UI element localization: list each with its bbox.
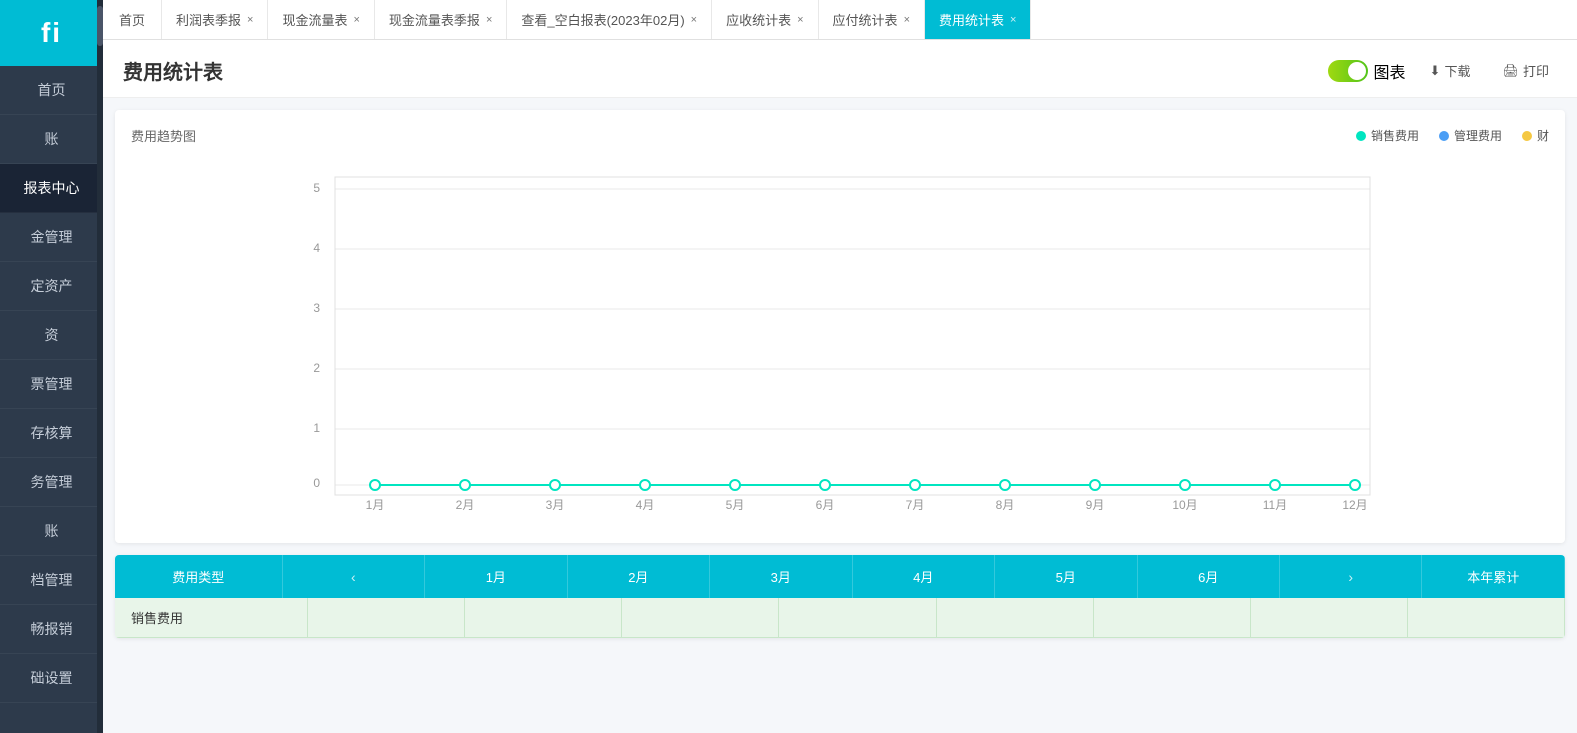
print-icon: 🖨 [1502, 63, 1519, 79]
sidebar-item-report[interactable]: 报表中心 [0, 164, 103, 213]
chart-header: 费用趋势图 销售费用 管理费用 财 [131, 126, 1549, 145]
close-tab-blank-report[interactable]: × [691, 14, 697, 26]
chart-toggle-label: 图表 [1374, 59, 1406, 83]
col-type: 费用类型 [115, 555, 283, 598]
prev-nav-btn[interactable]: ‹ [351, 569, 356, 585]
row-ytd [1408, 598, 1565, 637]
tab-bar: 首页 利润表季报 × 现金流量表 × 现金流量表季报 × 查看_空白报表(202… [103, 0, 1577, 40]
trend-chart: 5 4 3 2 1 0 1月 2月 [131, 157, 1549, 527]
sidebar-item-salary[interactable]: 资 [0, 311, 103, 360]
sidebar-item-fixed-assets[interactable]: 定资产 [0, 262, 103, 311]
tab-cashflow-q[interactable]: 现金流量表季报 × [375, 0, 507, 40]
col-apr: 4月 [853, 555, 995, 598]
sidebar-item-fund[interactable]: 金管理 [0, 213, 103, 262]
svg-text:8月: 8月 [996, 498, 1015, 512]
download-icon: ⬇ [1430, 63, 1441, 79]
chart-toggle[interactable] [1328, 60, 1368, 82]
svg-text:3: 3 [313, 301, 320, 315]
svg-text:2月: 2月 [456, 498, 475, 512]
sidebar: fi 首页 账 报表中心 金管理 定资产 资 票管理 存核算 务管理 账 档管理… [0, 0, 103, 733]
row-type: 销售费用 [115, 598, 308, 637]
tab-cashflow[interactable]: 现金流量表 × [268, 0, 374, 40]
row-mar [622, 598, 779, 637]
col-nav: ‹ [283, 555, 425, 598]
sidebar-item-archive[interactable]: 档管理 [0, 556, 103, 605]
col-jan: 1月 [425, 555, 567, 598]
col-next-nav: › [1280, 555, 1422, 598]
app-logo: fi [0, 0, 103, 66]
chart-title: 费用趋势图 [131, 126, 196, 145]
chart-container: 5 4 3 2 1 0 1月 2月 [131, 157, 1549, 527]
next-nav-btn[interactable]: › [1348, 569, 1353, 585]
page-title: 费用统计表 [123, 56, 223, 85]
close-tab-profit[interactable]: × [247, 14, 253, 26]
tab-profit[interactable]: 利润表季报 × [162, 0, 268, 40]
svg-text:11月: 11月 [1263, 498, 1287, 512]
svg-text:12月: 12月 [1342, 498, 1367, 512]
tab-expense-stat[interactable]: 费用统计表 × [925, 0, 1031, 40]
col-feb: 2月 [568, 555, 710, 598]
content-area: 费用统计表 图表 ⬇ 下载 🖨 打印 费用趋势图 [103, 40, 1577, 733]
header-actions: 图表 ⬇ 下载 🖨 打印 [1328, 57, 1557, 84]
sidebar-item-inventory[interactable]: 存核算 [0, 409, 103, 458]
svg-text:10月: 10月 [1172, 498, 1197, 512]
col-may: 5月 [995, 555, 1137, 598]
close-tab-payable-stat[interactable]: × [904, 14, 910, 26]
sidebar-item-service[interactable]: 务管理 [0, 458, 103, 507]
sidebar-item-settings[interactable]: 础设置 [0, 654, 103, 703]
svg-text:1月: 1月 [366, 498, 385, 512]
svg-text:4月: 4月 [636, 498, 655, 512]
legend-admin: 管理费用 [1439, 127, 1502, 144]
tab-payable-stat[interactable]: 应付统计表 × [819, 0, 925, 40]
print-button[interactable]: 🖨 打印 [1494, 57, 1557, 84]
download-button[interactable]: ⬇ 下载 [1422, 57, 1479, 84]
sidebar-item-refund[interactable]: 畅报销 [0, 605, 103, 654]
main-area: 首页 利润表季报 × 现金流量表 × 现金流量表季报 × 查看_空白报表(202… [103, 0, 1577, 733]
chart-toggle-wrapper: 图表 [1328, 59, 1406, 83]
page-header: 费用统计表 图表 ⬇ 下载 🖨 打印 [103, 40, 1577, 98]
svg-text:7月: 7月 [906, 498, 925, 512]
close-tab-cashflow-q[interactable]: × [486, 14, 492, 26]
svg-text:9月: 9月 [1086, 498, 1105, 512]
legend-admin-dot [1439, 131, 1449, 141]
tab-home[interactable]: 首页 [103, 0, 162, 40]
chart-legend: 销售费用 管理费用 财 [1356, 127, 1549, 144]
close-tab-receivable[interactable]: × [797, 14, 803, 26]
col-ytd: 本年累计 [1422, 555, 1564, 598]
svg-text:2: 2 [313, 361, 320, 375]
legend-finance-dot [1522, 131, 1532, 141]
legend-finance: 财 [1522, 127, 1549, 144]
close-tab-cashflow[interactable]: × [353, 14, 359, 26]
expense-table: 费用类型 ‹ 1月 2月 3月 4月 5月 6月 › 本年累计 销售费用 [115, 555, 1565, 638]
chart-section: 费用趋势图 销售费用 管理费用 财 [115, 110, 1565, 543]
svg-text:4: 4 [313, 241, 320, 255]
sidebar-item-account[interactable]: 账 [0, 115, 103, 164]
row-jan [308, 598, 465, 637]
row-apr [779, 598, 936, 637]
row-jun [1094, 598, 1251, 637]
row-feb [465, 598, 622, 637]
svg-text:5: 5 [313, 181, 320, 195]
sidebar-scrollbar-thumb [97, 6, 103, 46]
row-may [937, 598, 1094, 637]
svg-text:6月: 6月 [816, 498, 835, 512]
tab-receivable[interactable]: 应收统计表 × [712, 0, 818, 40]
table-row: 销售费用 [115, 598, 1565, 638]
legend-sales: 销售费用 [1356, 127, 1419, 144]
row-nav-placeholder [1251, 598, 1408, 637]
sidebar-item-invoice[interactable]: 票管理 [0, 360, 103, 409]
sidebar-scrollbar[interactable] [97, 0, 103, 733]
close-tab-expense-stat[interactable]: × [1010, 14, 1016, 26]
sidebar-item-payable[interactable]: 账 [0, 507, 103, 556]
svg-text:1: 1 [313, 421, 320, 435]
svg-text:5月: 5月 [726, 498, 745, 512]
svg-text:3月: 3月 [546, 498, 565, 512]
svg-text:0: 0 [313, 476, 320, 490]
sidebar-item-home[interactable]: 首页 [0, 66, 103, 115]
table-header: 费用类型 ‹ 1月 2月 3月 4月 5月 6月 › 本年累计 [115, 555, 1565, 598]
tab-blank-report[interactable]: 查看_空白报表(2023年02月) × [507, 0, 712, 40]
col-mar: 3月 [710, 555, 852, 598]
col-jun: 6月 [1138, 555, 1280, 598]
legend-sales-dot [1356, 131, 1366, 141]
